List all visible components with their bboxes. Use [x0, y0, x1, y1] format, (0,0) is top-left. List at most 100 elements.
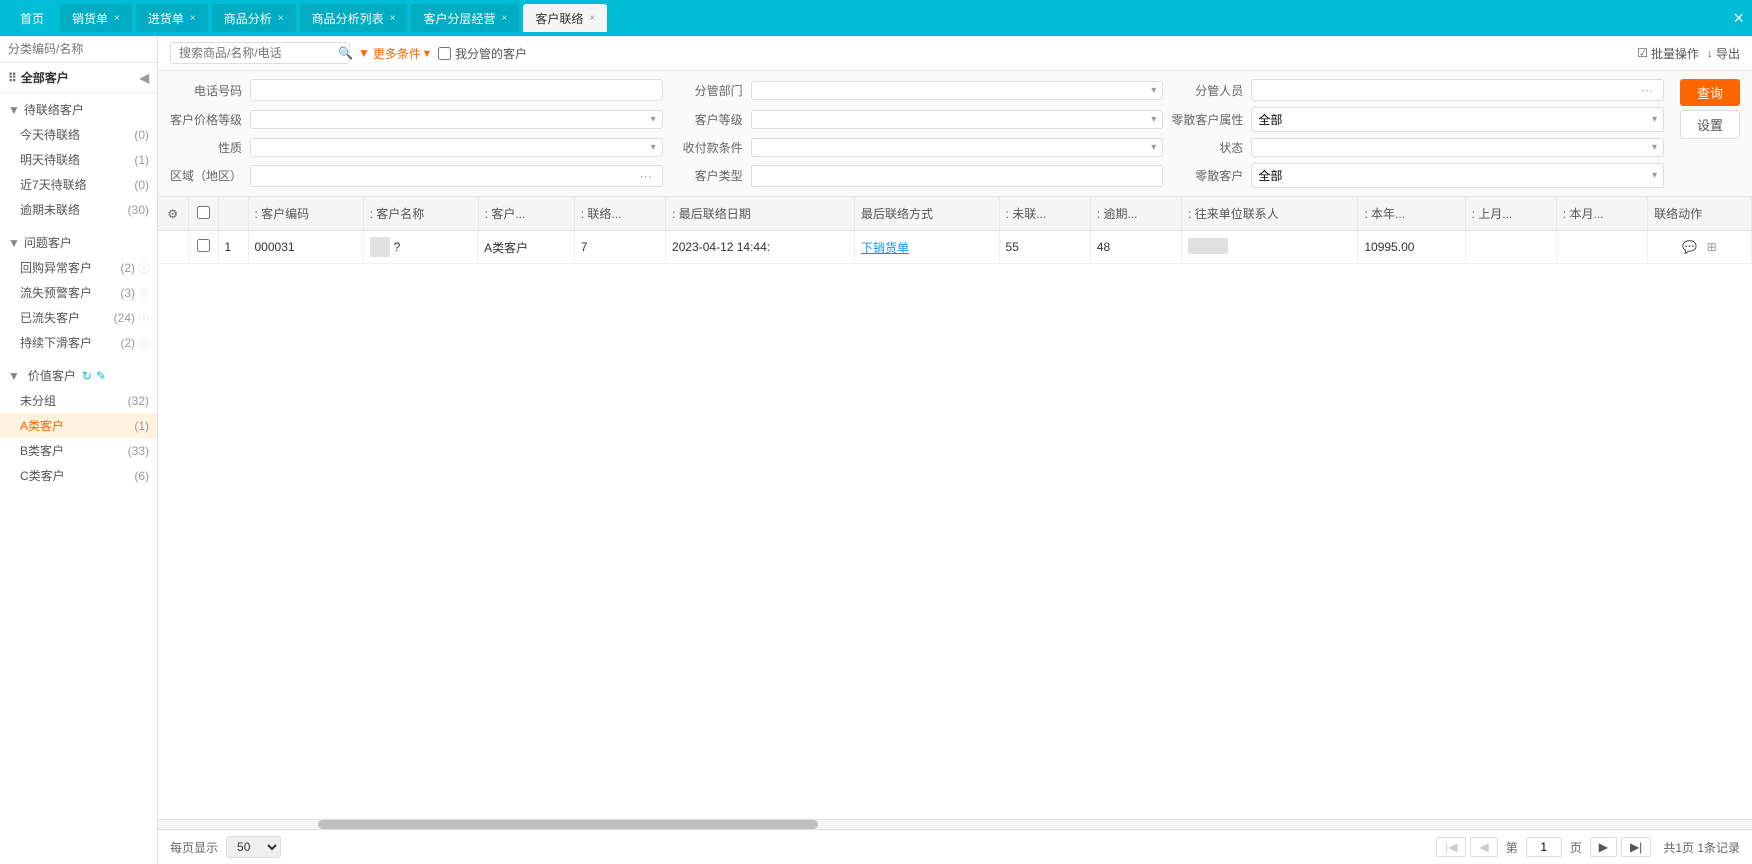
sidebar-item-lost[interactable]: 已流失客户 (24) ⓘ	[0, 305, 157, 330]
close-analysis-list-icon[interactable]: ×	[390, 13, 396, 24]
export-label: 导出	[1716, 45, 1740, 62]
filter-row-2: 客户价格等级 ▾ 客户等级 ▾	[170, 107, 1664, 132]
more-filters-btn[interactable]: ▼ 更多条件 ▾	[358, 45, 430, 62]
nature-select[interactable]: ▾	[250, 138, 663, 157]
setting-button[interactable]: 设置	[1680, 110, 1740, 139]
my-customers-filter[interactable]: 我分管的客户	[438, 45, 527, 62]
value-edit-icon[interactable]: ✎	[96, 369, 106, 383]
customer-level-label: 客户等级	[671, 111, 751, 128]
nav-tab-sales[interactable]: 销货单 ×	[60, 4, 132, 32]
row-name-cell[interactable]: ?	[364, 231, 479, 263]
sidebar-item-overdue[interactable]: 逾期未联络 (30)	[0, 197, 157, 222]
page-label: 第	[1506, 839, 1518, 856]
nav-tab-analysis-list[interactable]: 商品分析列表 ×	[300, 4, 408, 32]
first-page-btn[interactable]: |◀	[1436, 837, 1466, 857]
sidebar-item-losing[interactable]: 流失预警客户 (3) ⓘ	[0, 280, 157, 305]
dept-chevron-icon: ▾	[1151, 85, 1156, 96]
sidebar-item-today[interactable]: 今天待联络 (0)	[0, 122, 157, 147]
customer-level-select[interactable]: ▾	[751, 110, 1164, 129]
sidebar-item-7days[interactable]: 近7天待联络 (0)	[0, 172, 157, 197]
sidebar-item-abnormal[interactable]: 回购异常客户 (2) ⓘ	[0, 255, 157, 280]
pending-triangle-icon: ▼	[8, 103, 20, 117]
row-contact-cell: 7	[574, 231, 665, 264]
table-row: 1 000031 ? A类客户 7 2023-04-12 14:44: 下销货单…	[158, 231, 1752, 264]
price-level-select[interactable]: ▾	[250, 110, 663, 129]
all-customers-header[interactable]: ⠿ 全部客户 ◀	[0, 63, 157, 93]
sidebar-item-c-class[interactable]: C类客户 (6)	[0, 463, 157, 488]
row-action-cell: 💬 ⊞	[1648, 231, 1752, 264]
dept-label: 分管部门	[671, 82, 751, 99]
close-sales-icon[interactable]: ×	[114, 13, 120, 24]
col-contact: : 联络...	[574, 197, 665, 231]
filter-search-input[interactable]	[179, 46, 334, 60]
page-number-input[interactable]	[1526, 837, 1562, 857]
lost-info-icon: ⓘ	[139, 310, 149, 325]
close-purchase-icon[interactable]: ×	[190, 13, 196, 24]
filter-search-icon[interactable]: 🔍	[338, 46, 353, 60]
pending-group-header[interactable]: ▼ 待联络客户	[0, 97, 157, 122]
expand-icon[interactable]: ⊞	[1707, 240, 1717, 254]
row-seq-cell: 1	[218, 231, 248, 264]
batch-op-btn[interactable]: ☑ 批量操作	[1637, 45, 1699, 62]
collapse-icon[interactable]: ◀	[140, 71, 149, 85]
filter-row-3: 性质 ▾ 收付款条件 ▾	[170, 138, 1664, 157]
query-button[interactable]: 查询	[1680, 79, 1740, 106]
tomorrow-count: (1)	[134, 153, 149, 167]
region-dots-icon[interactable]: ···	[636, 169, 656, 183]
close-analysis-icon[interactable]: ×	[278, 13, 284, 24]
customer-type-input[interactable]	[751, 165, 1164, 187]
export-icon: ↓	[1707, 46, 1713, 60]
payment-select[interactable]: ▾	[751, 138, 1164, 157]
status-select[interactable]: ▾	[1251, 138, 1664, 157]
select-all-checkbox[interactable]	[197, 206, 210, 219]
nav-tab-purchase[interactable]: 进货单 ×	[136, 4, 208, 32]
col-this-month: : 本月...	[1556, 197, 1647, 231]
more-filters-chevron: ▾	[424, 46, 430, 60]
7days-count: (0)	[134, 178, 149, 192]
sidebar-item-unclassified[interactable]: 未分组 (32)	[0, 388, 157, 413]
phone-input[interactable]	[250, 79, 663, 101]
batch-checkbox-icon: ☑	[1637, 46, 1648, 60]
value-refresh-icon[interactable]: ↻	[82, 369, 92, 383]
table-gear-icon[interactable]: ⚙	[167, 207, 178, 221]
b-class-label: B类客户	[20, 442, 64, 459]
manager-dots-icon[interactable]: ···	[1637, 83, 1657, 97]
my-customers-checkbox[interactable]	[438, 47, 451, 60]
prev-page-btn[interactable]: ◀	[1470, 837, 1497, 857]
sidebar-item-b-class[interactable]: B类客户 (33)	[0, 438, 157, 463]
close-customer-layer-icon[interactable]: ×	[501, 13, 507, 24]
next-page-btn[interactable]: ▶	[1590, 837, 1617, 857]
last-page-btn[interactable]: ▶|	[1621, 837, 1651, 857]
sidebar-item-tomorrow[interactable]: 明天待联络 (1)	[0, 147, 157, 172]
close-customer-contact-icon[interactable]: ×	[589, 13, 595, 24]
col-last-way: 最后联络方式	[854, 197, 999, 231]
retail-select[interactable]: 全部 ▾	[1251, 163, 1664, 188]
horizontal-scrollbar[interactable]	[158, 819, 1752, 829]
table-container: ⚙ : 客户编码 : 客户名称 : 客户... : 联络... : 最后联络日期…	[158, 197, 1752, 819]
nav-close-all-btn[interactable]: ×	[1733, 8, 1744, 29]
customer-type-label: 客户类型	[671, 167, 751, 184]
nav-tab-analysis[interactable]: 商品分析 ×	[212, 4, 296, 32]
action-buttons: 查询 设置	[1680, 79, 1740, 139]
dept-select[interactable]: ▾	[751, 81, 1164, 100]
problem-group: ▼ 问题客户 回购异常客户 (2) ⓘ 流失预警客户 (3) ⓘ 已流失客户 (…	[0, 226, 157, 359]
retail-attr-select[interactable]: 全部 ▾	[1251, 107, 1664, 132]
sidebar-search-container: 🔍	[0, 36, 157, 63]
row-checkbox[interactable]	[197, 239, 210, 252]
sidebar-item-declining[interactable]: 持续下滑客户 (2) ⓘ	[0, 330, 157, 355]
value-group-header[interactable]: ▼ 价值客户 ↻ ✎	[0, 363, 157, 388]
export-btn[interactable]: ↓ 导出	[1707, 45, 1740, 62]
problem-group-header[interactable]: ▼ 问题客户	[0, 230, 157, 255]
nav-tab-customer-layer[interactable]: 客户分层经营 ×	[411, 4, 519, 32]
last-way-link[interactable]: 下销货单	[861, 241, 909, 255]
filter-icon: ▼	[358, 46, 370, 60]
sidebar-search-input[interactable]	[8, 42, 158, 56]
filter-actions: ☑ 批量操作 ↓ 导出	[1637, 45, 1740, 62]
chat-icon[interactable]: 💬	[1682, 240, 1697, 254]
nav-tab-home[interactable]: 首页	[8, 4, 56, 32]
scrollbar-thumb[interactable]	[318, 820, 818, 829]
sidebar-item-a-class[interactable]: A类客户 (1)	[0, 413, 157, 438]
per-page-select[interactable]: 50 100 200	[226, 836, 281, 858]
content-area: 🔍 ▼ 更多条件 ▾ 我分管的客户 ☑ 批量操作 ↓ 导出	[158, 36, 1752, 864]
nav-tab-customer-contact[interactable]: 客户联络 ×	[523, 4, 607, 32]
